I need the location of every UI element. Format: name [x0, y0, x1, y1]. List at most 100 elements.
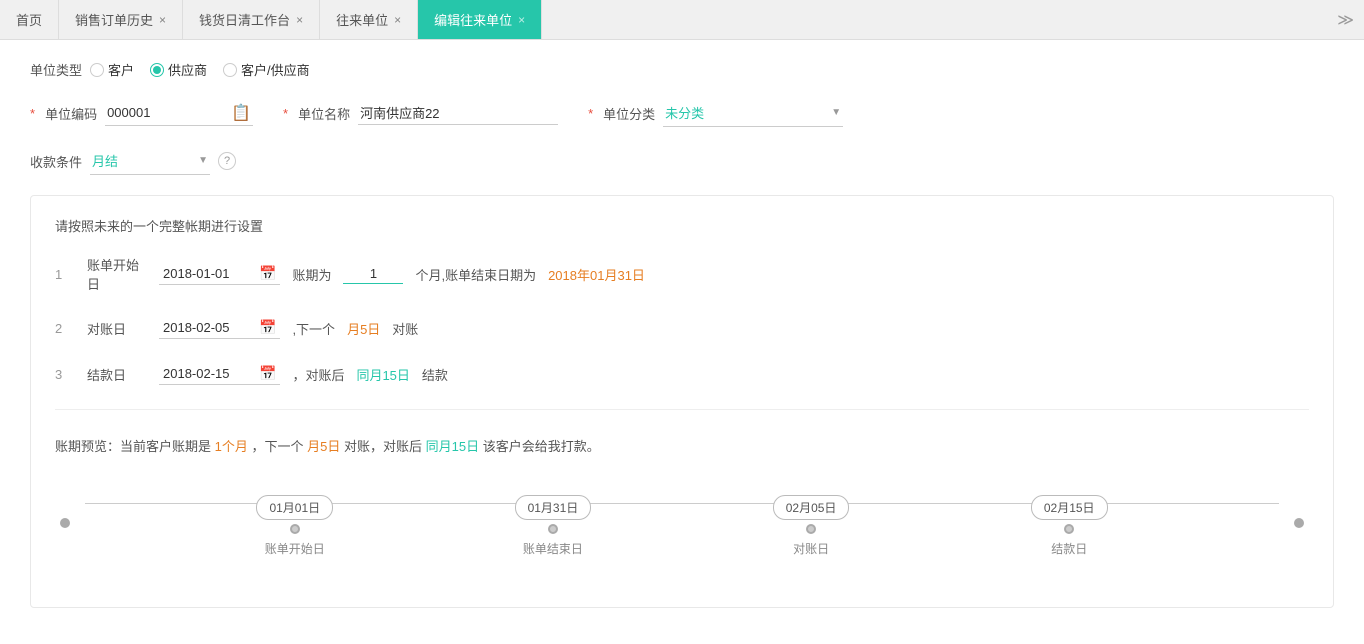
tab-partners[interactable]: 往来单位 ×	[320, 0, 418, 39]
payment-value: 月结	[92, 151, 192, 170]
radio-supplier-circle	[150, 63, 164, 77]
timeline-dot-4	[1064, 524, 1074, 534]
row-1-type: 账单开始日	[87, 255, 147, 293]
preview-text2: ，下一个	[252, 439, 304, 454]
radio-customer-label: 客户	[108, 60, 134, 79]
row-3-after: 结款	[422, 365, 448, 384]
main-content: 单位类型 客户 供应商 客户/供应商 * 单位编码	[0, 40, 1364, 644]
row-3-date-input[interactable]	[163, 366, 253, 381]
unit-code-input[interactable]	[107, 105, 227, 120]
timeline-bubble-2: 01月31日	[515, 495, 592, 520]
row-1-date-input[interactable]	[163, 266, 253, 281]
preview-text4: 该客户会给我打款。	[483, 439, 600, 454]
unit-type-row: 单位类型 客户 供应商 客户/供应商	[30, 60, 1334, 79]
radio-both[interactable]: 客户/供应商	[223, 60, 310, 79]
timeline-end-dot	[1294, 518, 1304, 528]
unit-category-value: 未分类	[665, 103, 825, 122]
timeline-dot-3	[806, 524, 816, 534]
tab-bar: 首页 销售订单历史 × 钱货日清工作台 × 往来单位 × 编辑往来单位 × ≫	[0, 0, 1364, 40]
payment-select[interactable]: 月结 ▼	[90, 147, 210, 175]
radio-customer[interactable]: 客户	[90, 60, 134, 79]
tab-edit-partner-close-icon[interactable]: ×	[518, 13, 525, 27]
row-3-calendar-icon[interactable]: 📅	[259, 365, 276, 382]
payment-group: 收款条件 月结 ▼ ?	[30, 147, 236, 175]
row-1-end-date: 2018年01月31日	[548, 265, 645, 284]
unit-type-radio-group: 客户 供应商 客户/供应商	[90, 60, 310, 79]
row-1-mid-text: 账期为	[292, 265, 331, 284]
unit-category-group: * 单位分类 未分类 ▼	[588, 99, 843, 127]
unit-code-label: 单位编码	[45, 104, 97, 123]
preview-date: 月5日	[307, 439, 340, 454]
row-3-num: 3	[55, 367, 75, 382]
unit-category-label: 单位分类	[603, 104, 655, 123]
unit-code-group: * 单位编码 📋	[30, 101, 253, 126]
row-3-date-wrap: 📅	[159, 363, 280, 385]
unit-type-label: 单位类型	[30, 60, 82, 79]
tab-edit-partner[interactable]: 编辑往来单位 ×	[418, 0, 542, 39]
timeline-point-3: 02月05日 对账日	[773, 495, 850, 557]
tab-cash-close-icon[interactable]: ×	[296, 13, 303, 27]
card-divider	[55, 409, 1309, 410]
unit-type-group: 单位类型 客户 供应商 客户/供应商	[30, 60, 310, 79]
row-2-num: 2	[55, 321, 75, 336]
preview-section: 账期预览：当前客户账期是 1个月 ，下一个 月5日 对账，对账后 同月15日 该…	[55, 426, 1309, 587]
unit-category-required: *	[588, 106, 593, 121]
timeline-bubble-3: 02月05日	[773, 495, 850, 520]
tab-expand-icon[interactable]: ≫	[1327, 0, 1364, 39]
unit-code-input-wrap: 📋	[105, 101, 253, 126]
row-1-calendar-icon[interactable]: 📅	[259, 265, 276, 282]
unit-category-arrow-icon: ▼	[831, 107, 841, 118]
timeline-label-2: 账单结束日	[523, 540, 583, 557]
timeline-dot-1	[290, 524, 300, 534]
tab-edit-partner-label: 编辑往来单位	[434, 10, 512, 29]
timeline-start-dot	[60, 518, 70, 528]
tab-cash-flow[interactable]: 钱货日清工作台 ×	[183, 0, 320, 39]
setting-row-1: 1 账单开始日 📅 账期为 个月,账单结束日期为 2018年01月31日	[55, 255, 1309, 293]
radio-both-circle	[223, 63, 237, 77]
timeline-point-4: 02月15日 结款日	[1031, 495, 1108, 557]
radio-supplier[interactable]: 供应商	[150, 60, 207, 79]
card-title: 请按照未来的一个完整帐期进行设置	[55, 216, 1309, 235]
row-1-period-unit: 个月,账单结束日期为	[415, 265, 536, 284]
timeline-container: 01月01日 账单开始日 01月31日 账单结束日 02月05日	[55, 475, 1309, 587]
period-setting-card: 请按照未来的一个完整帐期进行设置 1 账单开始日 📅 账期为 个月,账单结束日期…	[30, 195, 1334, 608]
row-2-after: 对账	[392, 319, 418, 338]
row-1-date-wrap: 📅	[159, 263, 280, 285]
payment-arrow-icon: ▼	[198, 155, 208, 166]
unit-name-input[interactable]	[358, 101, 558, 125]
radio-customer-circle	[90, 63, 104, 77]
tab-partners-close-icon[interactable]: ×	[394, 13, 401, 27]
tab-cash-label: 钱货日清工作台	[199, 10, 290, 29]
tab-home-label: 首页	[16, 10, 42, 29]
timeline-point-1: 01月01日 账单开始日	[256, 495, 333, 557]
timeline-bubble-1: 01月01日	[256, 495, 333, 520]
tab-sales-label: 销售订单历史	[75, 10, 153, 29]
preview-text: 账期预览：当前客户账期是 1个月 ，下一个 月5日 对账，对账后 同月15日 该…	[55, 436, 1309, 455]
unit-category-select[interactable]: 未分类 ▼	[663, 99, 843, 127]
preview-period: 1个月	[215, 439, 248, 454]
tab-home[interactable]: 首页	[0, 0, 59, 39]
row-2-date-input[interactable]	[163, 320, 253, 335]
timeline-point-2: 01月31日 账单结束日	[515, 495, 592, 557]
unit-name-group: * 单位名称	[283, 101, 558, 125]
preview-settle: 同月15日	[426, 439, 479, 454]
timeline-label-4: 结款日	[1051, 540, 1087, 557]
radio-both-label: 客户/供应商	[241, 60, 310, 79]
row-1-period-input[interactable]	[343, 264, 403, 284]
help-icon[interactable]: ?	[218, 152, 236, 170]
tab-partners-label: 往来单位	[336, 10, 388, 29]
row-2-desc: ,下一个	[292, 319, 335, 338]
row-1-num: 1	[55, 267, 75, 282]
timeline-points: 01月01日 账单开始日 01月31日 账单结束日 02月05日	[55, 495, 1309, 557]
tab-sales-close-icon[interactable]: ×	[159, 13, 166, 27]
unit-info-row: * 单位编码 📋 * 单位名称 * 单位分类 未分类 ▼	[30, 99, 1334, 127]
unit-code-icon[interactable]: 📋	[231, 103, 251, 123]
timeline-label-3: 对账日	[793, 540, 829, 557]
timeline-bubble-4: 02月15日	[1031, 495, 1108, 520]
row-2-type: 对账日	[87, 319, 147, 338]
row-2-calendar-icon[interactable]: 📅	[259, 319, 276, 336]
row-3-desc-highlight: 同月15日	[356, 365, 409, 384]
tab-sales-order-history[interactable]: 销售订单历史 ×	[59, 0, 183, 39]
timeline-start	[55, 495, 75, 528]
payment-row: 收款条件 月结 ▼ ?	[30, 147, 1334, 175]
